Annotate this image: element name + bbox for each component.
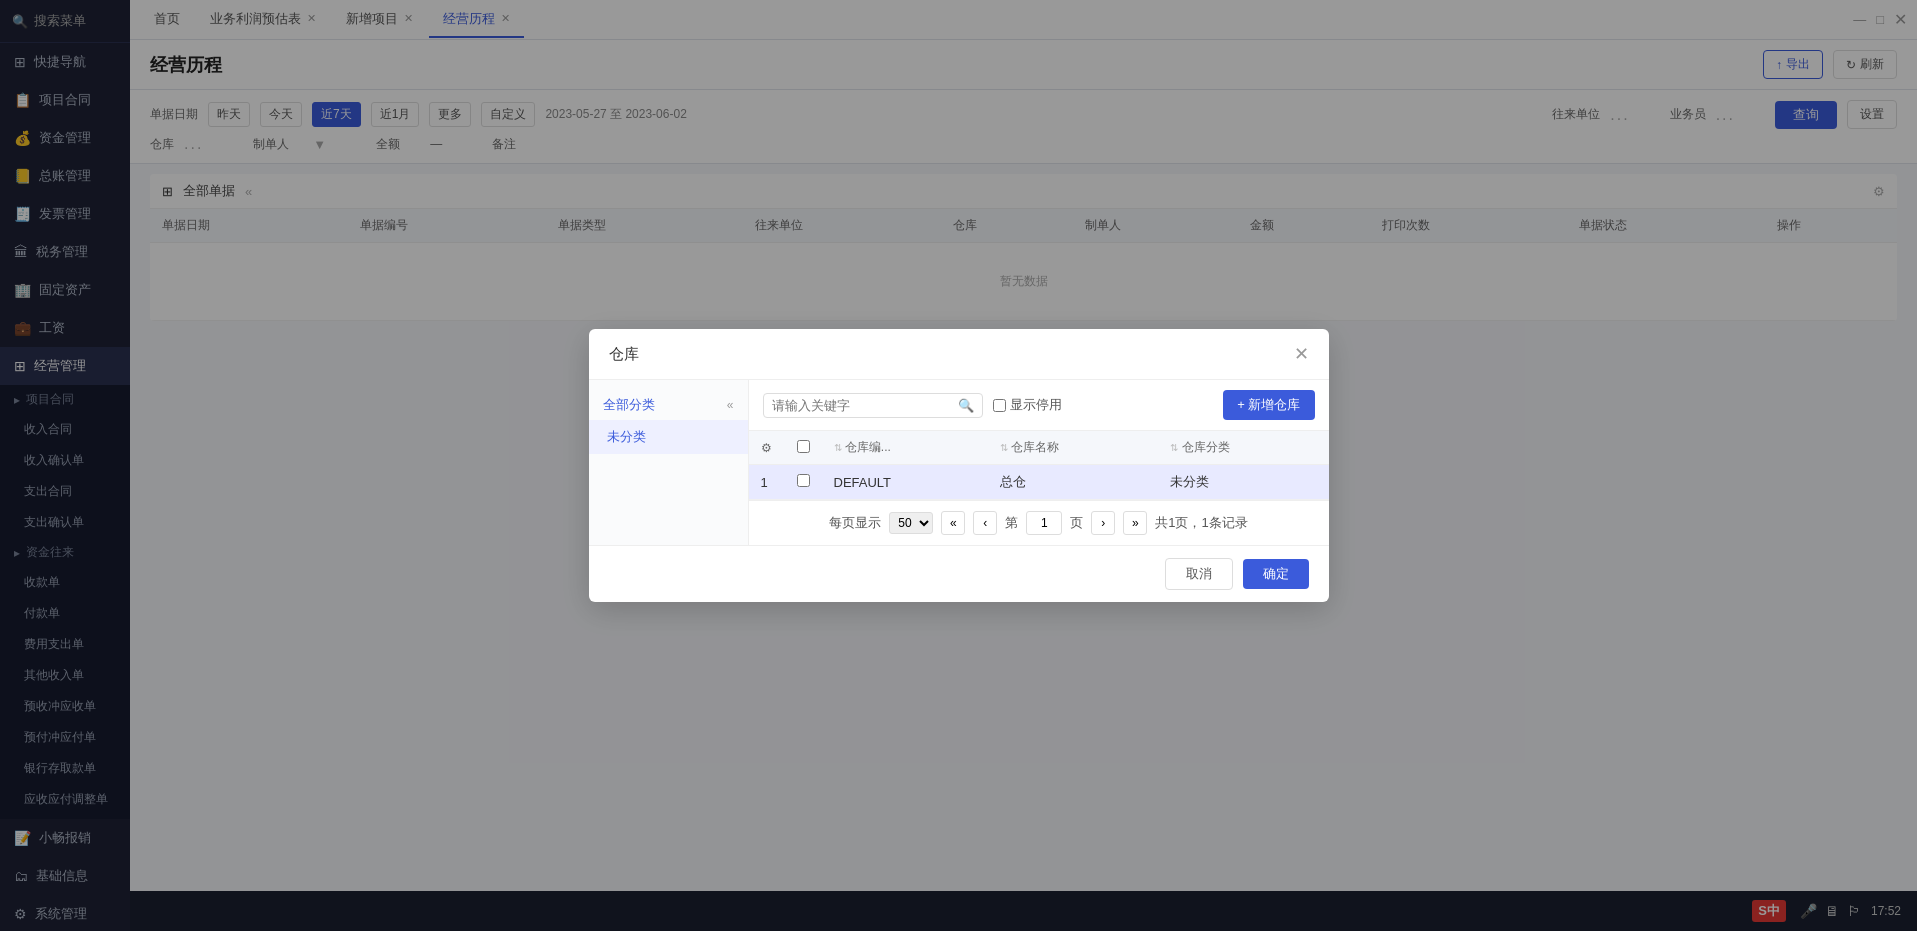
row-num: 1 [749,465,785,500]
modal-pag-page-label: 第 [1005,514,1018,532]
row-checkbox[interactable] [797,474,810,487]
modal-pag-last[interactable]: » [1123,511,1147,535]
confirm-button[interactable]: 确定 [1243,559,1309,589]
modal-pag-next[interactable]: › [1091,511,1115,535]
modal-page-size-label: 每页显示 [829,514,881,532]
col-name-header: ⇅ 仓库名称 [988,431,1158,465]
table-row[interactable]: 1 DEFAULT 总仓 未分类 [749,465,1329,500]
cancel-button[interactable]: 取消 [1165,558,1233,590]
modal-search-input[interactable] [772,398,952,413]
modal-pag-prev[interactable]: ‹ [973,511,997,535]
modal-pagination: 每页显示 50 « ‹ 第 页 › » 共1页，1条记录 [749,500,1329,545]
col-category-header: ⇅ 仓库分类 [1158,431,1328,465]
col-code-header: ⇅ 仓库编... [822,431,989,465]
select-all-checkbox[interactable] [797,440,810,453]
modal-pag-total: 共1页，1条记录 [1155,514,1247,532]
modal-main: 🔍 显示停用 + 新增仓库 ⚙ [749,380,1329,545]
modal-header: 仓库 ✕ [589,329,1329,380]
modal-sidebar-header: 全部分类 « [589,390,748,420]
show-disabled-checkbox[interactable] [993,399,1006,412]
modal-pag-first[interactable]: « [941,511,965,535]
modal-sidebar-all-label[interactable]: 全部分类 [603,396,655,414]
row-checkbox-cell[interactable] [785,465,822,500]
modal-body: 全部分类 « 未分类 🔍 显示停用 + 新增仓库 [589,380,1329,545]
modal-toolbar: 🔍 显示停用 + 新增仓库 [749,380,1329,431]
modal-overlay[interactable]: 仓库 ✕ 全部分类 « 未分类 🔍 [0,0,1917,931]
modal-table-wrap: ⚙ ⇅ 仓库编... ⇅ [749,431,1329,500]
modal-pag-page-unit: 页 [1070,514,1083,532]
modal-sidebar-collapse-icon[interactable]: « [727,398,734,412]
modal-close-button[interactable]: ✕ [1294,343,1309,365]
modal-search-box[interactable]: 🔍 [763,393,983,418]
modal-page-size-select[interactable]: 50 [889,512,933,534]
modal-sidebar-uncategorized[interactable]: 未分类 [589,420,748,454]
modal-table: ⚙ ⇅ 仓库编... ⇅ [749,431,1329,500]
modal-footer: 取消 确定 [589,545,1329,602]
col-settings[interactable]: ⚙ [749,431,785,465]
modal-title: 仓库 [609,345,639,364]
modal-pag-input[interactable] [1026,511,1062,535]
row-code: DEFAULT [822,465,989,500]
warehouse-modal: 仓库 ✕ 全部分类 « 未分类 🔍 [589,329,1329,602]
col-checkbox-header[interactable] [785,431,822,465]
row-name: 总仓 [988,465,1158,500]
modal-sidebar: 全部分类 « 未分类 [589,380,749,545]
show-disabled-label[interactable]: 显示停用 [993,396,1062,414]
add-warehouse-button[interactable]: + 新增仓库 [1223,390,1314,420]
row-category: 未分类 [1158,465,1328,500]
modal-search-icon: 🔍 [958,398,974,413]
